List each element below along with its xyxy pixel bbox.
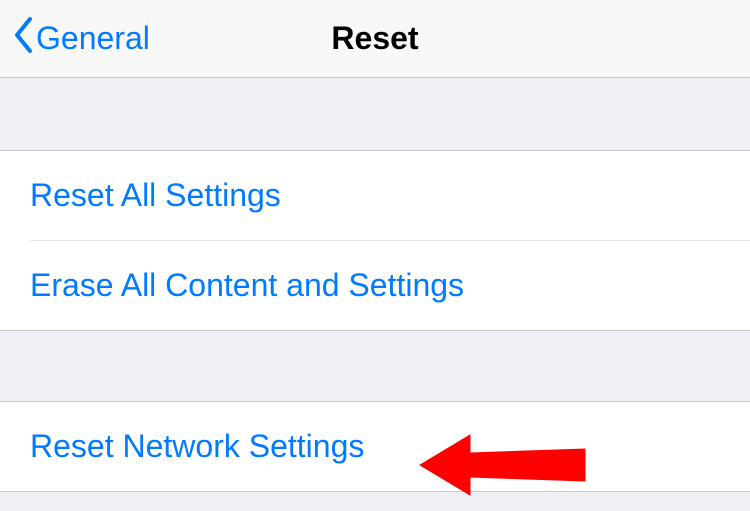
reset-options-group-1: Reset All Settings Erase All Content and… <box>0 150 750 331</box>
list-item-label: Reset Network Settings <box>30 428 364 464</box>
erase-all-content-and-settings[interactable]: Erase All Content and Settings <box>0 241 750 330</box>
reset-options-group-2: Reset Network Settings <box>0 401 750 492</box>
reset-network-settings[interactable]: Reset Network Settings <box>0 402 750 491</box>
back-label: General <box>36 20 150 57</box>
nav-bar: General Reset <box>0 0 750 78</box>
section-spacer <box>0 331 750 401</box>
chevron-left-icon <box>12 16 34 62</box>
reset-all-settings[interactable]: Reset All Settings <box>0 151 750 240</box>
section-spacer <box>0 78 750 150</box>
page-title: Reset <box>331 20 418 57</box>
list-item-label: Erase All Content and Settings <box>30 267 464 303</box>
back-button[interactable]: General <box>0 16 150 62</box>
list-item-label: Reset All Settings <box>30 177 281 213</box>
